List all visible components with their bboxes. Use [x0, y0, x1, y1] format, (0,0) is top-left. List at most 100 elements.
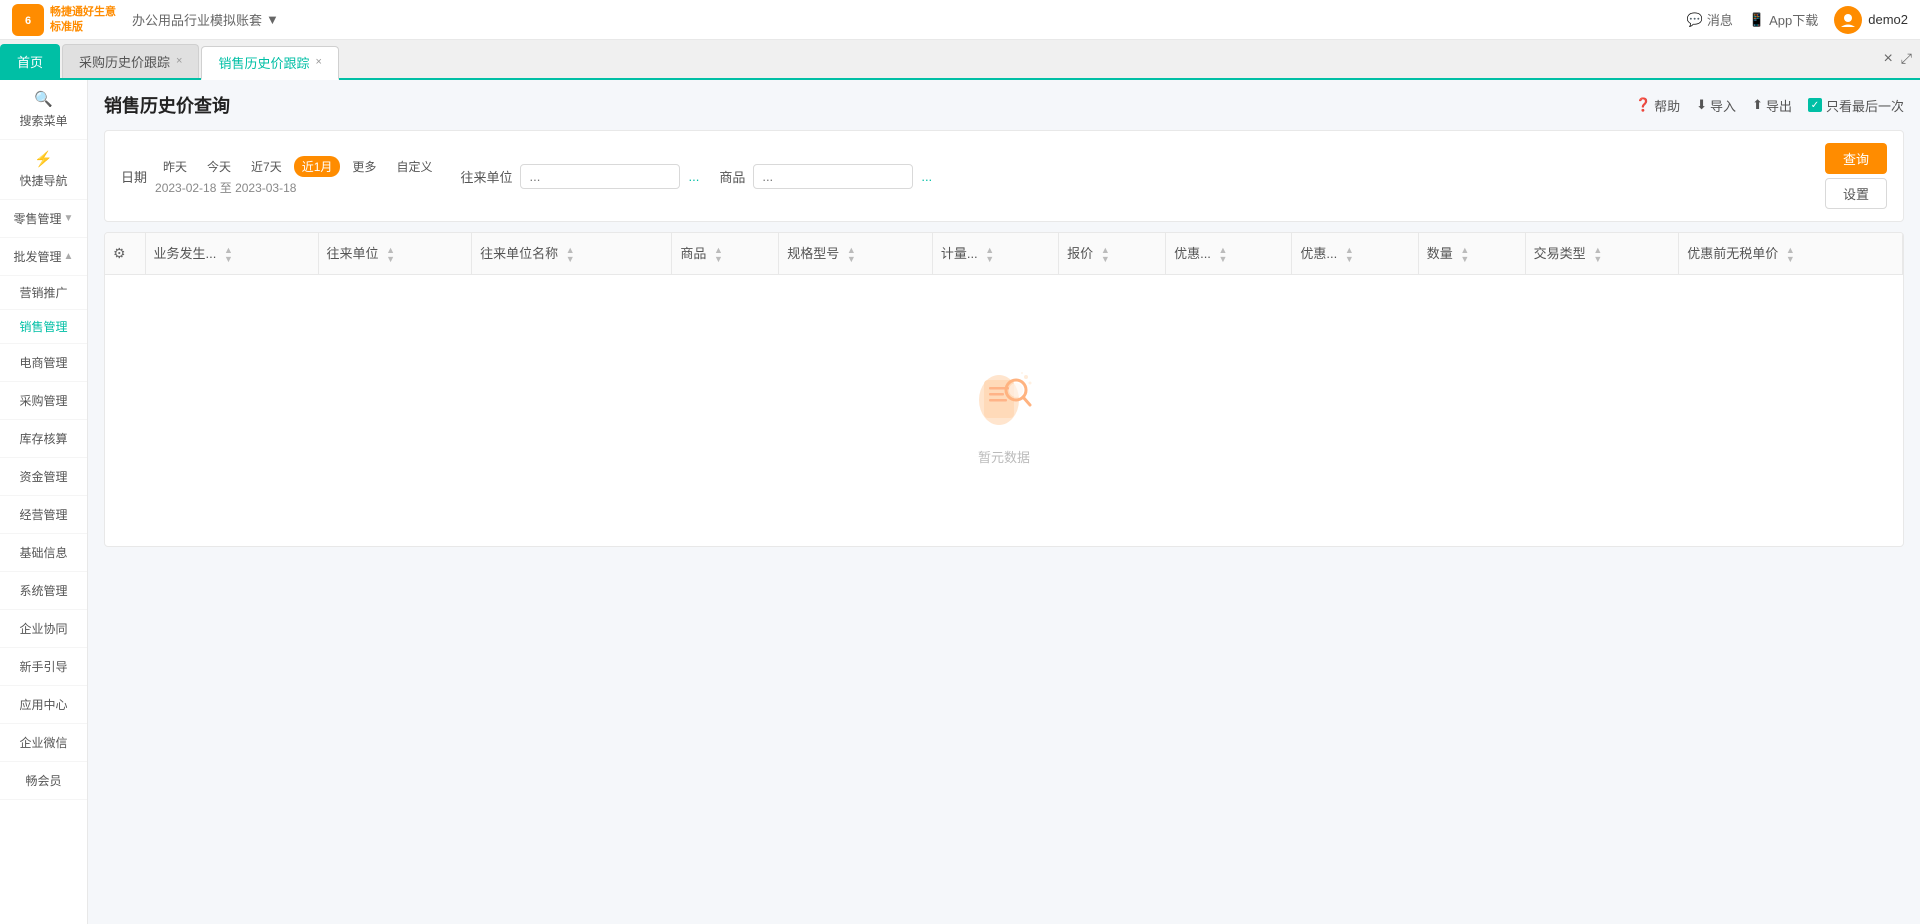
app-download-icon: 📱	[1749, 12, 1765, 28]
tab-sales-history-label: 销售历史价跟踪	[218, 53, 309, 72]
retail-mgmt-arrow: ▼	[64, 213, 74, 224]
th-partner-code-label: 往来单位	[327, 246, 379, 261]
date-range-text: 2023-02-18 至 2023-03-18	[155, 179, 440, 196]
search-menu-icon: 🔍	[34, 90, 53, 108]
only-last-checkbox-label[interactable]: ✓ 只看最后一次	[1808, 96, 1904, 115]
sidebar-item-basic-info[interactable]: 基础信息	[0, 534, 87, 572]
tab-home-label: 首页	[17, 52, 43, 71]
help-link[interactable]: ❓ 帮助	[1635, 96, 1680, 115]
product-filter-group: 商品 ...	[719, 164, 932, 189]
date-option-today[interactable]: 今天	[199, 156, 239, 177]
filter-bar: 日期 昨天 今天 近7天 近1月 更多 自定义 2023-02-18 至 202…	[104, 130, 1904, 222]
content-area: 销售历史价查询 ❓ 帮助 ⬇ 导入 ⬆ 导出 ✓	[88, 80, 1920, 924]
tab-home[interactable]: 首页	[0, 44, 60, 78]
quick-nav-icon: ⚡	[34, 150, 53, 168]
partner-input[interactable]	[520, 164, 680, 189]
wholesale-mgmt-arrow: ▲	[64, 251, 74, 262]
sort-icon-quantity: ▲▼	[1460, 246, 1469, 264]
sidebar-item-wholesale-mgmt[interactable]: 批发管理 ▲	[0, 238, 87, 276]
only-last-checkbox[interactable]: ✓	[1808, 98, 1822, 112]
import-link[interactable]: ⬇ 导入	[1696, 96, 1736, 115]
th-unit[interactable]: 计量... ▲▼	[932, 233, 1058, 274]
date-option-yesterday[interactable]: 昨天	[155, 156, 195, 177]
product-input[interactable]	[753, 164, 913, 189]
sidebar-item-new-guide[interactable]: 新手引导	[0, 648, 87, 686]
sidebar-item-member[interactable]: 畅会员	[0, 762, 87, 800]
date-label: 日期	[121, 167, 147, 186]
app-download-action[interactable]: 📱 App下载	[1749, 10, 1818, 29]
help-icon: ❓	[1635, 97, 1651, 113]
sidebar-item-retail-mgmt[interactable]: 零售管理 ▼	[0, 200, 87, 238]
tab-purchase-history[interactable]: 采购历史价跟踪 ×	[62, 44, 199, 78]
partner-dots[interactable]: ...	[688, 169, 699, 184]
th-unit-label: 计量...	[941, 246, 978, 261]
header-right: 💬 消息 📱 App下载 demo2	[1687, 6, 1908, 34]
sidebar-item-marketing[interactable]: 营销推广	[0, 276, 87, 310]
dropdown-icon: ▼	[266, 12, 279, 27]
stock-check-label: 库存核算	[19, 430, 67, 447]
th-quantity[interactable]: 数量 ▲▼	[1418, 233, 1525, 274]
th-discount1[interactable]: 优惠... ▲▼	[1166, 233, 1292, 274]
th-discount2[interactable]: 优惠... ▲▼	[1292, 233, 1418, 274]
th-quote-price[interactable]: 报价 ▲▼	[1059, 233, 1166, 274]
th-pre-discount-price[interactable]: 优惠前无税单价 ▲▼	[1679, 233, 1903, 274]
sort-icon-product: ▲▼	[714, 246, 723, 264]
sort-icon-pre-discount-price: ▲▼	[1786, 246, 1795, 264]
sidebar-item-quick-nav-label: 快捷导航	[19, 172, 67, 189]
th-trade-type[interactable]: 交易类型 ▲▼	[1525, 233, 1679, 274]
th-biz-date[interactable]: 业务发生... ▲▼	[145, 233, 318, 274]
sidebar-item-sys-mgmt[interactable]: 系统管理	[0, 572, 87, 610]
logo-icon: 6	[12, 4, 44, 36]
sidebar-item-ecommerce-mgmt[interactable]: 电商管理	[0, 344, 87, 382]
th-spec[interactable]: 规格型号 ▲▼	[779, 233, 933, 274]
th-pre-discount-price-label: 优惠前无税单价	[1687, 246, 1778, 261]
sidebar: 🔍 搜索菜单 ⚡ 快捷导航 零售管理 ▼ 批发管理 ▲ 营销推广 销售管理 电商…	[0, 80, 88, 924]
th-partner-name[interactable]: 往来单位名称 ▲▼	[472, 233, 672, 274]
sidebar-item-ops-mgmt[interactable]: 经营管理	[0, 496, 87, 534]
app-selector[interactable]: 办公用品行业模拟账套 ▼	[124, 6, 287, 33]
search-button[interactable]: 查询	[1825, 143, 1887, 174]
sort-icon-quote-price: ▲▼	[1101, 246, 1110, 264]
sort-icon-biz-date: ▲▼	[224, 246, 233, 264]
settings-gear-icon[interactable]: ⚙	[113, 245, 126, 261]
tab-sales-history[interactable]: 销售历史价跟踪 ×	[201, 46, 338, 80]
th-partner-code[interactable]: 往来单位 ▲▼	[318, 233, 472, 274]
logo-text: 畅捷通好生意 标准版	[50, 5, 116, 34]
date-option-more[interactable]: 更多	[344, 156, 384, 177]
sidebar-item-quick-nav[interactable]: ⚡ 快捷导航	[0, 140, 87, 200]
main-layout: 🔍 搜索菜单 ⚡ 快捷导航 零售管理 ▼ 批发管理 ▲ 营销推广 销售管理 电商…	[0, 80, 1920, 924]
sidebar-item-search-menu[interactable]: 🔍 搜索菜单	[0, 80, 87, 140]
sort-icon-trade-type: ▲▼	[1593, 246, 1602, 264]
th-product[interactable]: 商品 ▲▼	[672, 233, 779, 274]
settings-button[interactable]: 设置	[1825, 178, 1887, 209]
sidebar-item-sales-mgmt[interactable]: 销售管理	[0, 310, 87, 344]
date-option-custom[interactable]: 自定义	[388, 156, 440, 177]
export-icon: ⬆	[1752, 97, 1763, 113]
sidebar-item-purchase-mgmt[interactable]: 采购管理	[0, 382, 87, 420]
partner-filter-group: 往来单位 ...	[460, 164, 699, 189]
username: demo2	[1868, 12, 1908, 27]
ecommerce-mgmt-label: 电商管理	[19, 354, 67, 371]
expand-button[interactable]: ⤢	[1901, 50, 1912, 68]
sidebar-item-enterprise-collab[interactable]: 企业协同	[0, 610, 87, 648]
sales-mgmt-label: 销售管理	[19, 320, 67, 334]
th-settings[interactable]: ⚙	[105, 233, 145, 274]
export-link[interactable]: ⬆ 导出	[1752, 96, 1792, 115]
date-option-last7days[interactable]: 近7天	[243, 156, 290, 177]
sidebar-item-app-center[interactable]: 应用中心	[0, 686, 87, 724]
date-option-1month[interactable]: 近1月	[294, 156, 341, 177]
sidebar-item-enterprise-wechat[interactable]: 企业微信	[0, 724, 87, 762]
product-dots[interactable]: ...	[921, 169, 932, 184]
close-all-tabs-button[interactable]: ×	[1883, 50, 1892, 68]
logo-area: 6 畅捷通好生意 标准版	[12, 4, 116, 36]
tab-sales-history-close[interactable]: ×	[315, 57, 321, 68]
sidebar-item-stock-check[interactable]: 库存核算	[0, 420, 87, 458]
sort-icon-partner-code: ▲▼	[386, 246, 395, 264]
th-spec-label: 规格型号	[787, 246, 839, 261]
top-header: 6 畅捷通好生意 标准版 办公用品行业模拟账套 ▼ 💬 消息 📱 App下载	[0, 0, 1920, 40]
message-action[interactable]: 💬 消息	[1687, 10, 1733, 29]
user-profile[interactable]: demo2	[1834, 6, 1908, 34]
wholesale-mgmt-label: 批发管理	[14, 248, 62, 265]
tab-purchase-history-close[interactable]: ×	[176, 56, 182, 67]
sidebar-item-finance-mgmt[interactable]: 资金管理	[0, 458, 87, 496]
